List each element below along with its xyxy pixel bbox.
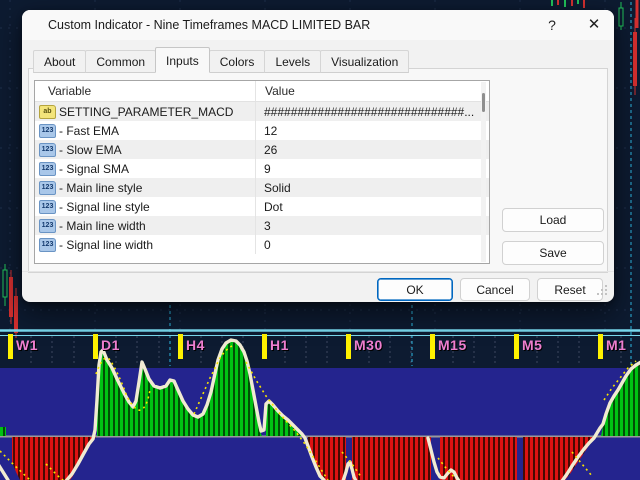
param-name: - Signal line width (59, 237, 154, 252)
numeric-param-icon: 123 (39, 218, 56, 233)
save-button[interactable]: Save (502, 241, 604, 265)
load-button[interactable]: Load (502, 208, 604, 232)
reset-button[interactable]: Reset (537, 278, 603, 301)
param-value[interactable]: 26 (255, 140, 489, 159)
close-icon[interactable]: ✕ (580, 14, 608, 36)
ok-button[interactable]: OK (377, 278, 453, 301)
numeric-param-icon: 123 (39, 180, 56, 195)
timeframe-label-m1: M1 (606, 337, 627, 353)
tab-common[interactable]: Common (85, 50, 157, 73)
timeframe-label-w1: W1 (16, 337, 38, 353)
tab-strip: About Common Inputs Colors Levels Visual… (33, 47, 410, 73)
table-row[interactable]: 123 - Fast EMA 12 (35, 121, 489, 140)
table-row[interactable]: 123 - Main line style Solid (35, 178, 489, 197)
timeframe-label-m15: M15 (438, 337, 467, 353)
footer-separator (22, 271, 614, 272)
timeframe-label-h4: H4 (186, 337, 205, 353)
param-value[interactable]: 12 (255, 121, 489, 140)
param-name: - Fast EMA (59, 123, 120, 138)
param-value[interactable]: 9 (255, 159, 489, 178)
numeric-param-icon: 123 (39, 199, 56, 214)
tab-colors[interactable]: Colors (208, 50, 266, 73)
cancel-button[interactable]: Cancel (460, 278, 530, 301)
numeric-param-icon: 123 (39, 123, 56, 138)
param-value[interactable]: 3 (255, 216, 489, 235)
column-header-variable[interactable]: Variable (35, 84, 255, 98)
tab-inputs[interactable]: Inputs (155, 47, 210, 73)
param-name: - Main line width (59, 218, 146, 233)
param-value[interactable]: Solid (255, 178, 489, 197)
help-button[interactable]: ? (538, 14, 566, 36)
param-name: - Signal line style (59, 199, 150, 214)
timeframe-label-h1: H1 (270, 337, 289, 353)
table-row[interactable]: 123 - Slow EMA 26 (35, 140, 489, 159)
table-row[interactable]: 123 - Signal SMA 9 (35, 159, 489, 178)
tab-levels[interactable]: Levels (264, 50, 322, 73)
table-row[interactable]: 123 - Main line width 3 (35, 216, 489, 235)
param-name: - Slow EMA (59, 142, 122, 157)
numeric-param-icon: 123 (39, 161, 56, 176)
timeframe-label-m30: M30 (354, 337, 383, 353)
param-value[interactable]: Dot (255, 197, 489, 216)
table-row[interactable]: 123 - Signal line style Dot (35, 197, 489, 216)
param-name: SETTING_PARAMETER_MACD (59, 104, 234, 119)
string-param-icon: ab (39, 104, 56, 119)
dialog-titlebar[interactable]: Custom Indicator - Nine Timeframes MACD … (22, 10, 614, 40)
param-value[interactable]: 0 (255, 235, 489, 254)
table-header: Variable Value (35, 81, 489, 102)
numeric-param-icon: 123 (39, 237, 56, 252)
dialog-title: Custom Indicator - Nine Timeframes MACD … (48, 18, 371, 32)
param-value[interactable]: ##############################... (255, 102, 489, 121)
column-header-value[interactable]: Value (255, 81, 489, 101)
table-row[interactable]: ab SETTING_PARAMETER_MACD ##############… (35, 102, 489, 121)
tab-visualization[interactable]: Visualization (320, 50, 410, 73)
timeframe-label-d1: D1 (101, 337, 120, 353)
param-name: - Signal SMA (59, 161, 130, 176)
resize-grip[interactable] (605, 293, 607, 295)
tab-about[interactable]: About (33, 50, 87, 73)
param-name: - Main line style (59, 180, 143, 195)
custom-indicator-dialog: Custom Indicator - Nine Timeframes MACD … (22, 10, 614, 302)
table-scrollbar-thumb[interactable] (482, 93, 485, 112)
timeframe-label-m5: M5 (522, 337, 543, 353)
table-row[interactable]: 123 - Signal line width 0 (35, 235, 489, 254)
parameters-table: Variable Value ab SETTING_PARAMETER_MACD… (34, 80, 490, 264)
numeric-param-icon: 123 (39, 142, 56, 157)
